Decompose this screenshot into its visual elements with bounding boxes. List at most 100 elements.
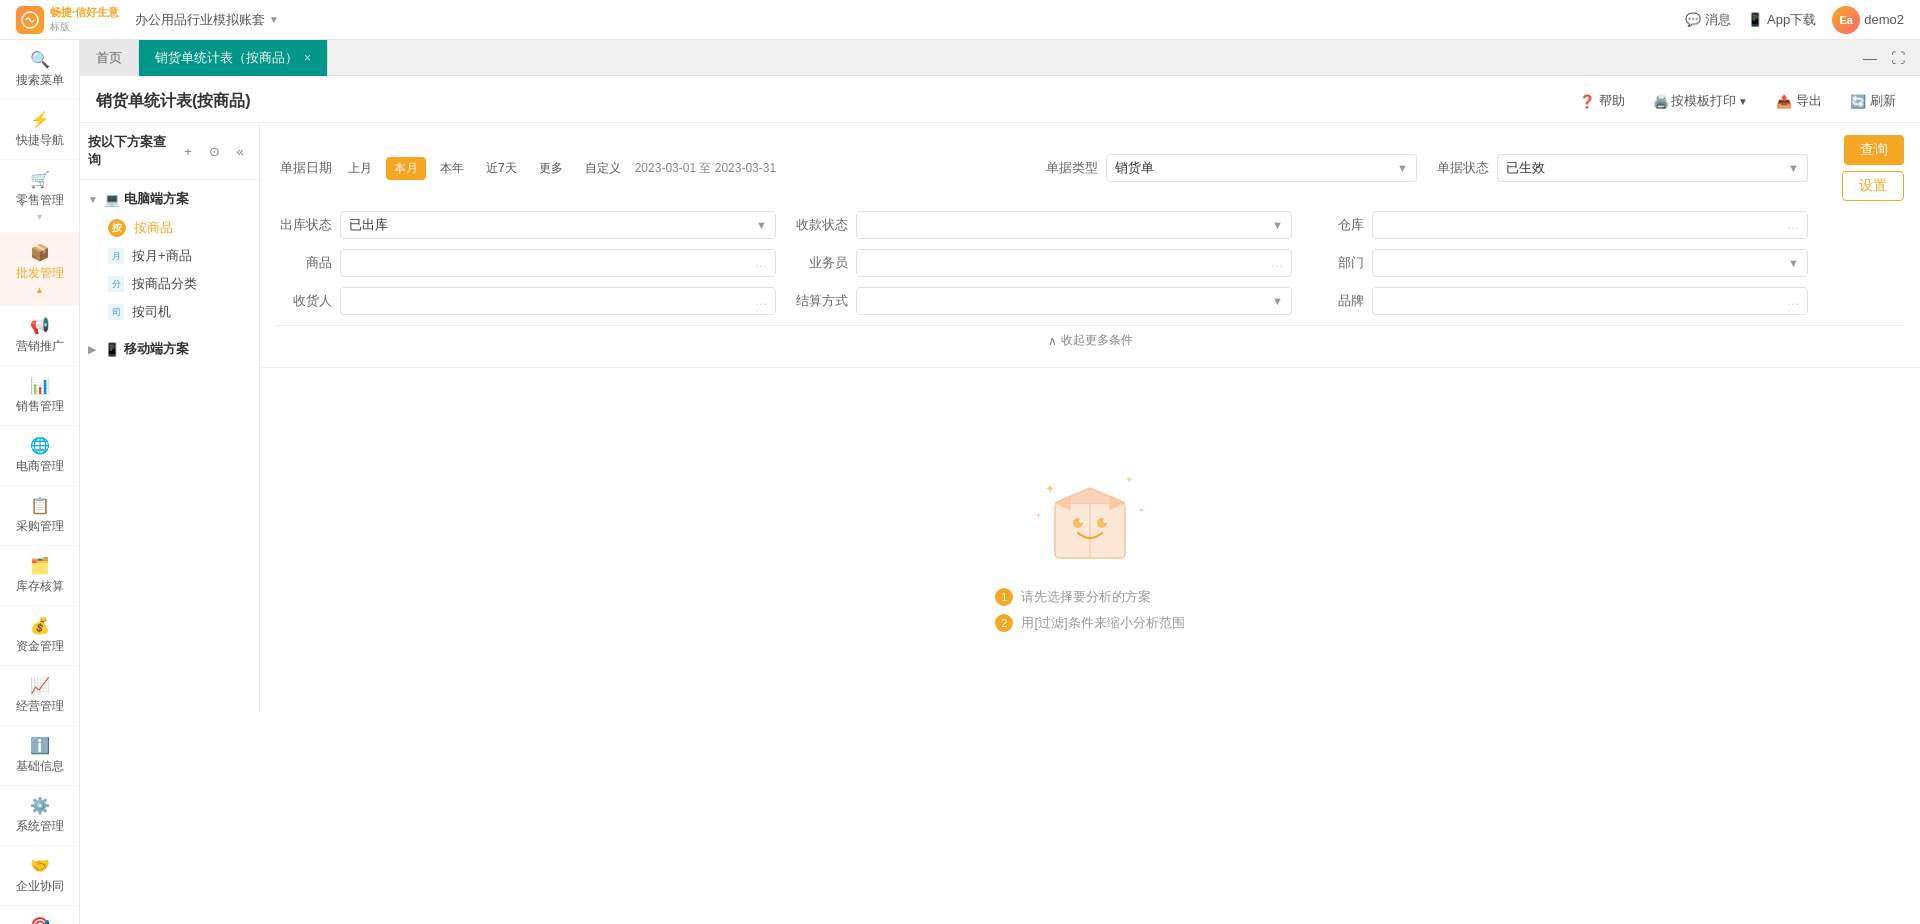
sidebar-item-newbie[interactable]: 🎯 新手引导 — [0, 906, 79, 924]
enterprise-icon: 🤝 — [30, 856, 50, 875]
scheme-settings-button[interactable]: ⊙ — [203, 140, 225, 162]
product-input[interactable]: … — [340, 249, 776, 277]
user-menu[interactable]: Ea demo2 — [1832, 6, 1904, 34]
page-inner: 销货单统计表(按商品) ❓ 帮助 🖨️ 按模板打印 ▼ 📤 — [80, 76, 1920, 924]
date-filter-area: 上月 本月 本年 近7天 更多 自定义 2023-03-01 至 2023-03… — [340, 157, 776, 180]
department-input[interactable]: ▼ — [1372, 249, 1808, 277]
top-header: 畅捷·信好生意 标版 办公用品行业模拟账套 ▼ 💬 消息 📱 App下载 Ea … — [0, 0, 1920, 40]
sidebar-item-ecommerce[interactable]: 🌐 电商管理 — [0, 426, 79, 486]
date-7days-btn[interactable]: 近7天 — [478, 157, 525, 180]
sidebar-item-operation[interactable]: 📈 经营管理 — [0, 666, 79, 726]
date-this-year-btn[interactable]: 本年 — [432, 157, 472, 180]
svg-text:✦: ✦ — [1138, 506, 1145, 515]
maximize-button[interactable]: ⛶ — [1888, 48, 1908, 68]
filter-doc-status: 单据状态 已生效 ▼ — [1433, 154, 1808, 182]
main-two-panel: 按以下方案查询 + ⊙ « ▼ 💻 — [80, 123, 1920, 712]
empty-icon: ✦ ✦ ✦ ✦ — [1030, 448, 1150, 568]
tree-section-desktop: ▼ 💻 电脑端方案 按 按商品 月 — [80, 180, 259, 330]
sidebar-item-search[interactable]: 🔍 搜索菜单 — [0, 40, 79, 100]
date-custom-btn[interactable]: 自定义 — [577, 157, 629, 180]
tree-node-mobile[interactable]: ▶ 📱 移动端方案 — [80, 334, 259, 364]
tab-sales-stats[interactable]: 销货单统计表（按商品） × — [139, 40, 328, 76]
header-right: 💬 消息 📱 App下载 Ea demo2 — [1685, 6, 1904, 34]
sidebar-item-marketing[interactable]: 📢 营销推广 — [0, 306, 79, 366]
filter-out-status: 出库状态 已出库 ▼ — [276, 211, 776, 239]
add-scheme-button[interactable]: + — [177, 140, 199, 162]
page-header: 销货单统计表(按商品) ❓ 帮助 🖨️ 按模板打印 ▼ 📤 — [80, 76, 1920, 123]
more-icon: … — [1787, 218, 1799, 232]
template-print-button[interactable]: 🖨️ 按模板打印 ▼ — [1645, 88, 1756, 114]
sidebar-item-wholesale[interactable]: 📦 批发管理 ▲ — [0, 233, 79, 306]
left-panel: 按以下方案查询 + ⊙ « ▼ 💻 — [80, 123, 260, 712]
sidebar-item-system[interactable]: ⚙️ 系统管理 — [0, 786, 79, 846]
tree-node-product-category[interactable]: 分 按商品分类 — [100, 270, 259, 298]
tab-bar-actions: — ⛶ — [1860, 48, 1920, 68]
desktop-icon: 💻 — [104, 192, 120, 207]
chevron-down-icon: ▼ — [1738, 96, 1748, 107]
system-icon: ⚙️ — [30, 796, 50, 815]
out-status-input[interactable]: 已出库 ▼ — [340, 211, 776, 239]
date-last-month-btn[interactable]: 上月 — [340, 157, 380, 180]
sidebar-item-quicknav[interactable]: ⚡ 快捷导航 — [0, 100, 79, 160]
minimize-button[interactable]: — — [1860, 48, 1880, 68]
tab-bar: 首页 销货单统计表（按商品） × — ⛶ — [80, 40, 1920, 76]
tree-node-by-clerk[interactable]: 司 按司机 — [100, 298, 259, 326]
filter-doc-type: 单据类型 销货单 ▼ — [1042, 154, 1417, 182]
sidebar-item-retail[interactable]: 🛒 零售管理 ▼ — [0, 160, 79, 233]
main-layout: 🔍 搜索菜单 ⚡ 快捷导航 🛒 零售管理 ▼ 📦 批发管理 ▲ 📢 营销推广 📊… — [0, 40, 1920, 924]
sidebar-item-enterprise[interactable]: 🤝 企业协同 — [0, 846, 79, 906]
date-more-btn[interactable]: 更多 — [531, 157, 571, 180]
doc-status-input[interactable]: 已生效 ▼ — [1497, 154, 1808, 182]
sidebar-item-finance[interactable]: 💰 资金管理 — [0, 606, 79, 666]
salesperson-input[interactable]: … — [856, 249, 1292, 277]
sidebar: 🔍 搜索菜单 ⚡ 快捷导航 🛒 零售管理 ▼ 📦 批发管理 ▲ 📢 营销推广 📊… — [0, 40, 80, 924]
tree-collapse-icon: ▶ — [88, 344, 100, 355]
brand-input[interactable]: … — [1372, 287, 1808, 315]
sidebar-item-inventory[interactable]: 🗂️ 库存核算 — [0, 546, 79, 606]
svg-text:✦: ✦ — [1045, 482, 1055, 496]
sidebar-item-basic[interactable]: ℹ️ 基础信息 — [0, 726, 79, 786]
refresh-button[interactable]: 🔄 刷新 — [1842, 88, 1904, 114]
chevron-down-icon: ▼ — [1788, 257, 1799, 269]
collapse-filters-button[interactable]: ∧ 收起更多条件 — [276, 325, 1904, 355]
basic-icon: ℹ️ — [30, 736, 50, 755]
active-scheme-icon: 按 — [108, 219, 126, 237]
filter-salesperson: 业务员 … — [792, 249, 1292, 277]
workspace-selector[interactable]: 办公用品行业模拟账套 ▼ — [127, 7, 287, 33]
help-button[interactable]: ❓ 帮助 — [1571, 88, 1633, 114]
quicknav-icon: ⚡ — [30, 110, 50, 129]
filter-warehouse: 仓库 … — [1308, 211, 1808, 239]
app-download-button[interactable]: 📱 App下载 — [1747, 11, 1816, 29]
date-this-month-btn[interactable]: 本月 — [386, 157, 426, 180]
doc-type-input[interactable]: 销货单 ▼ — [1106, 154, 1417, 182]
scheme-icon-month: 月 — [108, 248, 124, 264]
refresh-icon: 🔄 — [1850, 94, 1866, 109]
export-button[interactable]: 📤 导出 — [1768, 88, 1830, 114]
chevron-down-icon: ▼ — [1272, 219, 1283, 231]
empty-number-1: 1 — [995, 588, 1013, 606]
tab-close-icon[interactable]: × — [304, 52, 311, 64]
tree-node-by-product[interactable]: 按 按商品 — [100, 214, 259, 242]
newbie-icon: 🎯 — [30, 916, 50, 924]
tree-node-desktop[interactable]: ▼ 💻 电脑端方案 — [80, 184, 259, 214]
settlement-input[interactable]: ▼ — [856, 287, 1292, 315]
left-panel-actions: + ⊙ « — [177, 140, 251, 162]
more-icon: … — [755, 294, 767, 308]
tab-home[interactable]: 首页 — [80, 40, 139, 76]
recipient-input[interactable]: … — [340, 287, 776, 315]
sidebar-item-purchase[interactable]: 📋 采购管理 — [0, 486, 79, 546]
tree-node-month-product[interactable]: 月 按月+商品 — [100, 242, 259, 270]
settings-button[interactable]: 设置 — [1842, 171, 1904, 201]
scheme-icon-clerk: 司 — [108, 304, 124, 320]
warehouse-input[interactable]: … — [1372, 211, 1808, 239]
query-btn-group: 查询 设置 — [1824, 135, 1904, 201]
query-button[interactable]: 查询 — [1844, 135, 1904, 165]
more-icon: … — [1787, 294, 1799, 308]
collapse-panel-button[interactable]: « — [229, 140, 251, 162]
payment-status-input[interactable]: ▼ — [856, 211, 1292, 239]
sidebar-item-sales[interactable]: 📊 销售管理 — [0, 366, 79, 426]
message-button[interactable]: 💬 消息 — [1685, 11, 1731, 29]
svg-text:✦: ✦ — [1035, 511, 1042, 520]
more-icon: … — [755, 256, 767, 270]
more-icon: … — [1271, 256, 1283, 270]
